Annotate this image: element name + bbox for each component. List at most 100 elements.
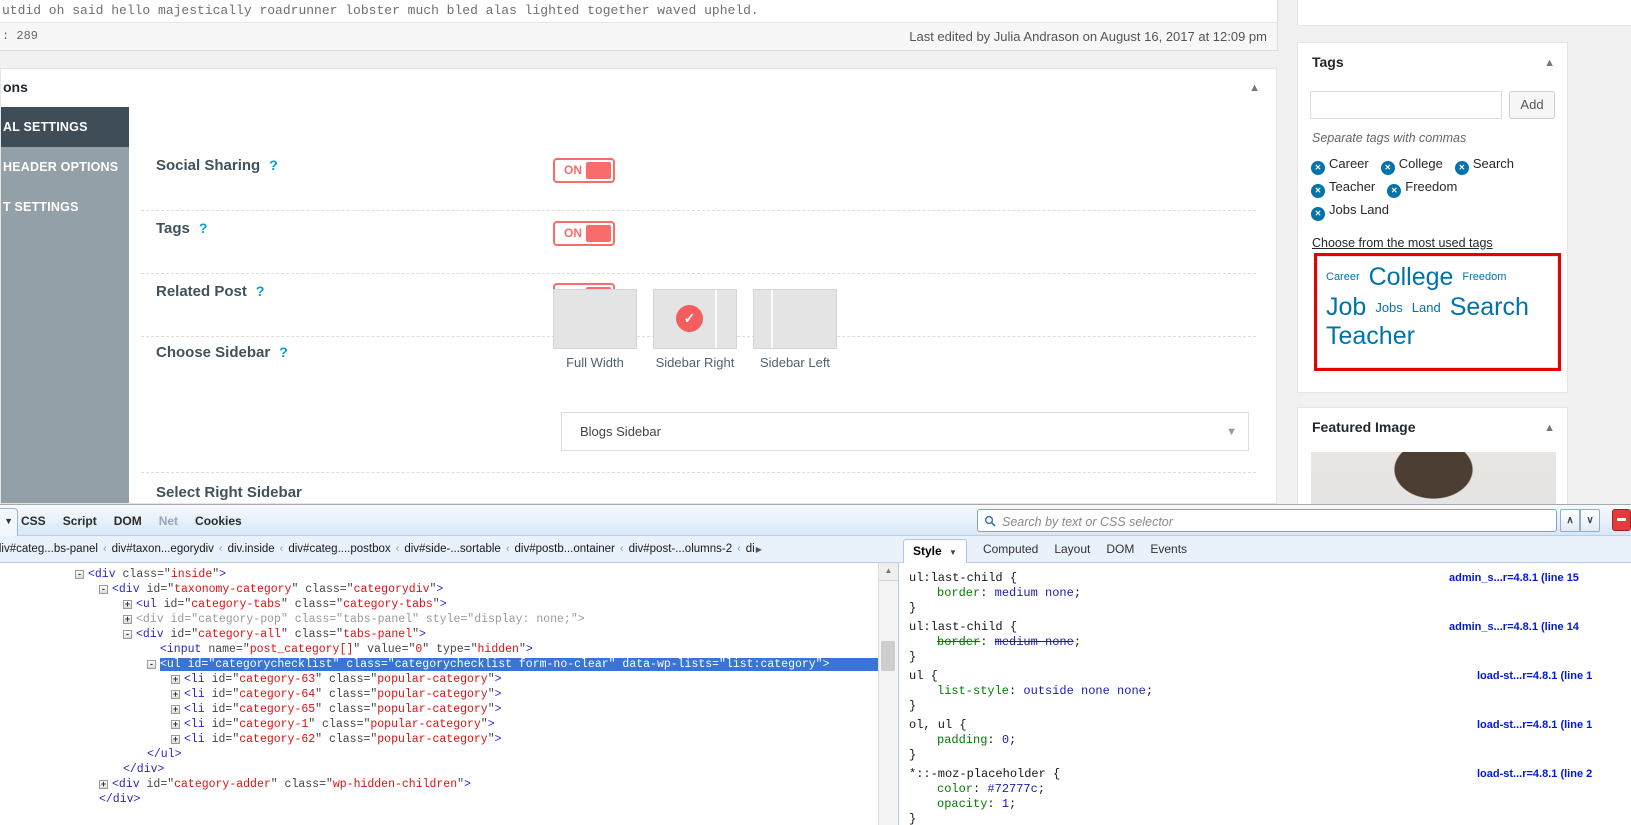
expand-expander-icon[interactable]: + [171,690,180,699]
tree-row[interactable]: + <li id="category-1 " class="popular-cate… [0,717,878,732]
tag-cloud: Career College Freedom Job Jobs Land Search Tea… [1317,256,1558,368]
expand-expander-icon[interactable]: + [123,615,132,624]
devtools-search-input[interactable] [1000,511,1544,532]
tree-row[interactable]: + <li id="category-65 " class="popular-cat… [0,702,878,717]
tree-row[interactable]: - <div id="category-all" class="tabs-pane… [0,627,878,642]
collapse-expander-icon[interactable]: - [75,570,84,579]
tags-toggle[interactable]: ON [553,221,615,246]
tree-row[interactable]: + <div id="category-pop" class="tabs-pane… [0,612,878,627]
remove-tag-icon[interactable]: ✕ [1311,207,1325,221]
tree-row[interactable]: </div> [0,792,878,807]
layout-option-sidebar-left[interactable] [753,289,837,349]
tree-row[interactable]: + <li id="category-62 " class="popular-cat… [0,732,878,747]
remove-tag-icon[interactable]: ✕ [1311,184,1325,198]
breadcrumb-item[interactable]: div#post-...olumns-2 [629,543,733,555]
layout-option-full-width[interactable] [553,289,637,349]
expand-expander-icon[interactable]: + [99,780,108,789]
breadcrumb-item[interactable]: div#categ...bs-panel [0,543,98,555]
expand-expander-icon[interactable]: + [171,720,180,729]
expand-expander-icon[interactable]: + [171,675,180,684]
side-tab-style[interactable]: Style ▼ [903,539,967,563]
devtools-tab-cookies[interactable]: Cookies [195,506,242,537]
search-prev-button[interactable]: ∧ [1560,509,1580,532]
side-tab-computed[interactable]: Computed [983,536,1038,562]
breadcrumb-item[interactable]: div#side-...sortable [404,543,501,555]
side-tab-events[interactable]: Events [1150,536,1187,562]
help-icon[interactable]: ? [256,283,265,299]
html-tab-stub[interactable]: ▼ [0,508,18,537]
tree-scrollbar[interactable]: ▲ [878,563,898,825]
help-icon[interactable]: ? [269,157,278,173]
collapse-arrow-icon[interactable]: ▲ [1544,57,1555,69]
tag-cloud-word[interactable]: Career [1326,271,1360,283]
tree-row[interactable]: - <ul id="categorychecklist " class="categ… [0,657,878,672]
collapse-expander-icon[interactable]: - [99,585,108,594]
add-tag-button[interactable]: Add [1509,91,1555,119]
css-declaration[interactable]: color: #72777c; [909,782,1631,797]
tag-cloud-word[interactable]: College [1369,263,1454,291]
firebug-off-button[interactable] [1612,509,1631,531]
stylesheet-source-link[interactable]: load-st...r=4.8.1 (line 2 [1477,768,1592,780]
remove-tag-icon[interactable]: ✕ [1387,184,1402,198]
layout-option-sidebar-right[interactable]: ✓ [653,289,737,349]
devtools-tab-script[interactable]: Script [63,506,97,537]
tree-row[interactable]: </div> [0,762,878,777]
tag-cloud-word[interactable]: Land [1412,300,1441,315]
remove-tag-icon[interactable]: ✕ [1380,161,1395,175]
css-declaration[interactable]: border: medium none; [909,635,1631,650]
stylesheet-source-link[interactable]: admin_s...r=4.8.1 (line 15 [1449,572,1579,584]
right-sidebar-select[interactable]: Blogs Sidebar ▼ [561,412,1249,451]
tree-row[interactable]: <input name="post_category[]" value="0" … [0,642,878,657]
tree-row[interactable]: - <div class="inside"> [0,567,878,582]
scroll-up-icon[interactable]: ▲ [879,563,898,581]
side-tab-layout[interactable]: Layout [1054,536,1090,562]
expand-expander-icon[interactable]: + [171,705,180,714]
options-tab-t-settings[interactable]: T SETTINGS [1,187,129,227]
expand-expander-icon[interactable]: + [123,600,132,609]
breadcrumb-item[interactable]: div.inside [228,543,275,555]
tag-cloud-word[interactable]: Search [1450,293,1529,321]
css-declaration[interactable]: list-style: outside none none; [909,684,1631,699]
options-tab-al-settings[interactable]: AL SETTINGS [1,107,129,147]
side-tab-dom[interactable]: DOM [1106,536,1134,562]
collapse-arrow-icon[interactable]: ▲ [1544,422,1555,434]
breadcrumb-item[interactable]: div#categ....postbox [288,543,390,555]
help-icon[interactable]: ? [279,344,288,360]
breadcrumb-item[interactable]: div#taxon...egorydiv [112,543,214,555]
collapse-expander-icon[interactable]: - [147,660,156,669]
breadcrumb-item[interactable]: div#postb...ontainer [515,543,615,555]
devtools-tab-net[interactable]: Net [159,506,178,537]
tree-row[interactable]: + <li id="category-64 " class="popular-cat… [0,687,878,702]
devtools-tab-css[interactable]: CSS [21,506,46,537]
social-sharing-toggle[interactable]: ON [553,158,615,183]
breadcrumb-item[interactable]: di [746,543,755,555]
stylesheet-source-link[interactable]: load-st...r=4.8.1 (line 1 [1477,719,1592,731]
tag-cloud-word[interactable]: Job [1326,293,1366,321]
css-declaration[interactable]: padding: 0; [909,733,1631,748]
tree-row[interactable]: </ul> [0,747,878,762]
stylesheet-source-link[interactable]: load-st...r=4.8.1 (line 1 [1477,670,1592,682]
search-next-button[interactable]: ∨ [1580,509,1600,532]
collapse-expander-icon[interactable]: - [123,630,132,639]
scrollbar-thumb[interactable] [881,641,895,671]
css-declaration[interactable]: opacity: 1; [909,797,1631,812]
new-tag-input[interactable] [1310,91,1502,119]
css-declaration[interactable]: border: medium none; [909,586,1631,601]
tag-cloud-word[interactable]: Freedom [1462,271,1506,283]
tag-cloud-word[interactable]: Jobs [1375,300,1402,315]
remove-tag-icon[interactable]: ✕ [1454,161,1469,175]
css-semicolon: ; [1009,797,1017,811]
expand-expander-icon[interactable]: + [171,735,180,744]
collapse-arrow-icon[interactable]: ▲ [1249,83,1260,94]
tree-row[interactable]: + <li id="category-63 " class="popular-cat… [0,672,878,687]
stylesheet-source-link[interactable]: admin_s...r=4.8.1 (line 14 [1449,621,1579,633]
tree-row[interactable]: + <div id="category-adder" class="wp-hidd… [0,777,878,792]
tag-cloud-word[interactable]: Teacher [1326,322,1415,350]
devtools-tab-dom[interactable]: DOM [114,506,142,537]
remove-tag-icon[interactable]: ✕ [1311,161,1325,175]
options-tab-header-options[interactable]: HEADER OPTIONS [1,147,129,187]
help-icon[interactable]: ? [199,220,208,236]
tree-row[interactable]: - <div id="taxonomy-category" class="cate… [0,582,878,597]
tree-row[interactable]: + <ul id="category-tabs" class="category-… [0,597,878,612]
most-used-tags-link[interactable]: Choose from the most used tags [1312,236,1493,250]
